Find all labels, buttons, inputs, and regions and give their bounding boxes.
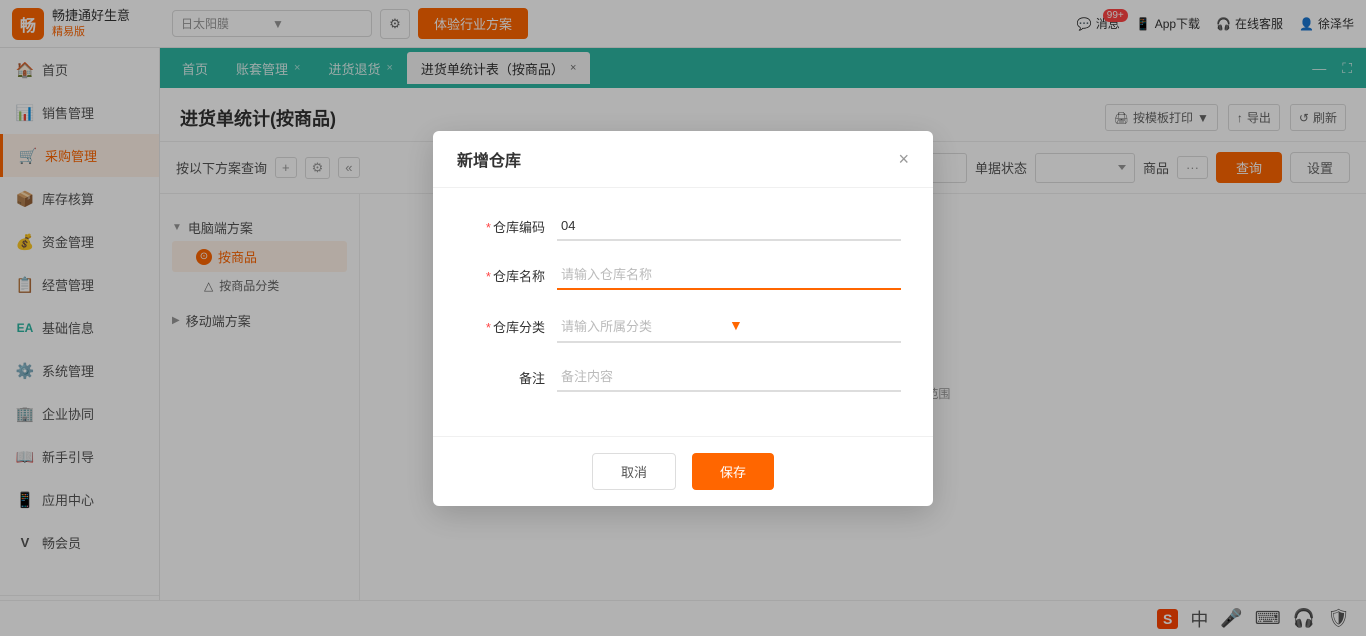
modal-footer: 取消 保存	[433, 436, 933, 506]
cancel-button[interactable]: 取消	[592, 453, 676, 490]
field-category-select[interactable]: 请输入所属分类 ▼	[557, 310, 901, 343]
modal-header: 新增仓库 ×	[433, 131, 933, 188]
modal-title: 新增仓库	[457, 147, 521, 171]
field-category-label: *仓库分类	[465, 317, 545, 336]
field-name-label: *仓库名称	[465, 266, 545, 285]
save-button[interactable]: 保存	[692, 453, 774, 490]
field-remark-input[interactable]	[557, 363, 901, 392]
form-row-category: *仓库分类 请输入所属分类 ▼	[465, 310, 901, 343]
field-code-label: *仓库编码	[465, 217, 545, 236]
modal-body: *仓库编码 *仓库名称 *仓库分类 请输入所属分类 ▼	[433, 188, 933, 436]
field-code-input[interactable]	[557, 212, 901, 241]
category-dropdown-icon: ▼	[729, 317, 897, 333]
field-name-input[interactable]	[557, 261, 901, 290]
field-remark-label: 备注	[465, 368, 545, 387]
modal-overlay: 新增仓库 × *仓库编码 *仓库名称 *仓库分类	[0, 0, 1366, 636]
form-row-name: *仓库名称	[465, 261, 901, 290]
form-row-code: *仓库编码	[465, 212, 901, 241]
modal-close-button[interactable]: ×	[898, 150, 909, 168]
form-row-remark: 备注	[465, 363, 901, 392]
modal-new-warehouse: 新增仓库 × *仓库编码 *仓库名称 *仓库分类	[433, 131, 933, 506]
